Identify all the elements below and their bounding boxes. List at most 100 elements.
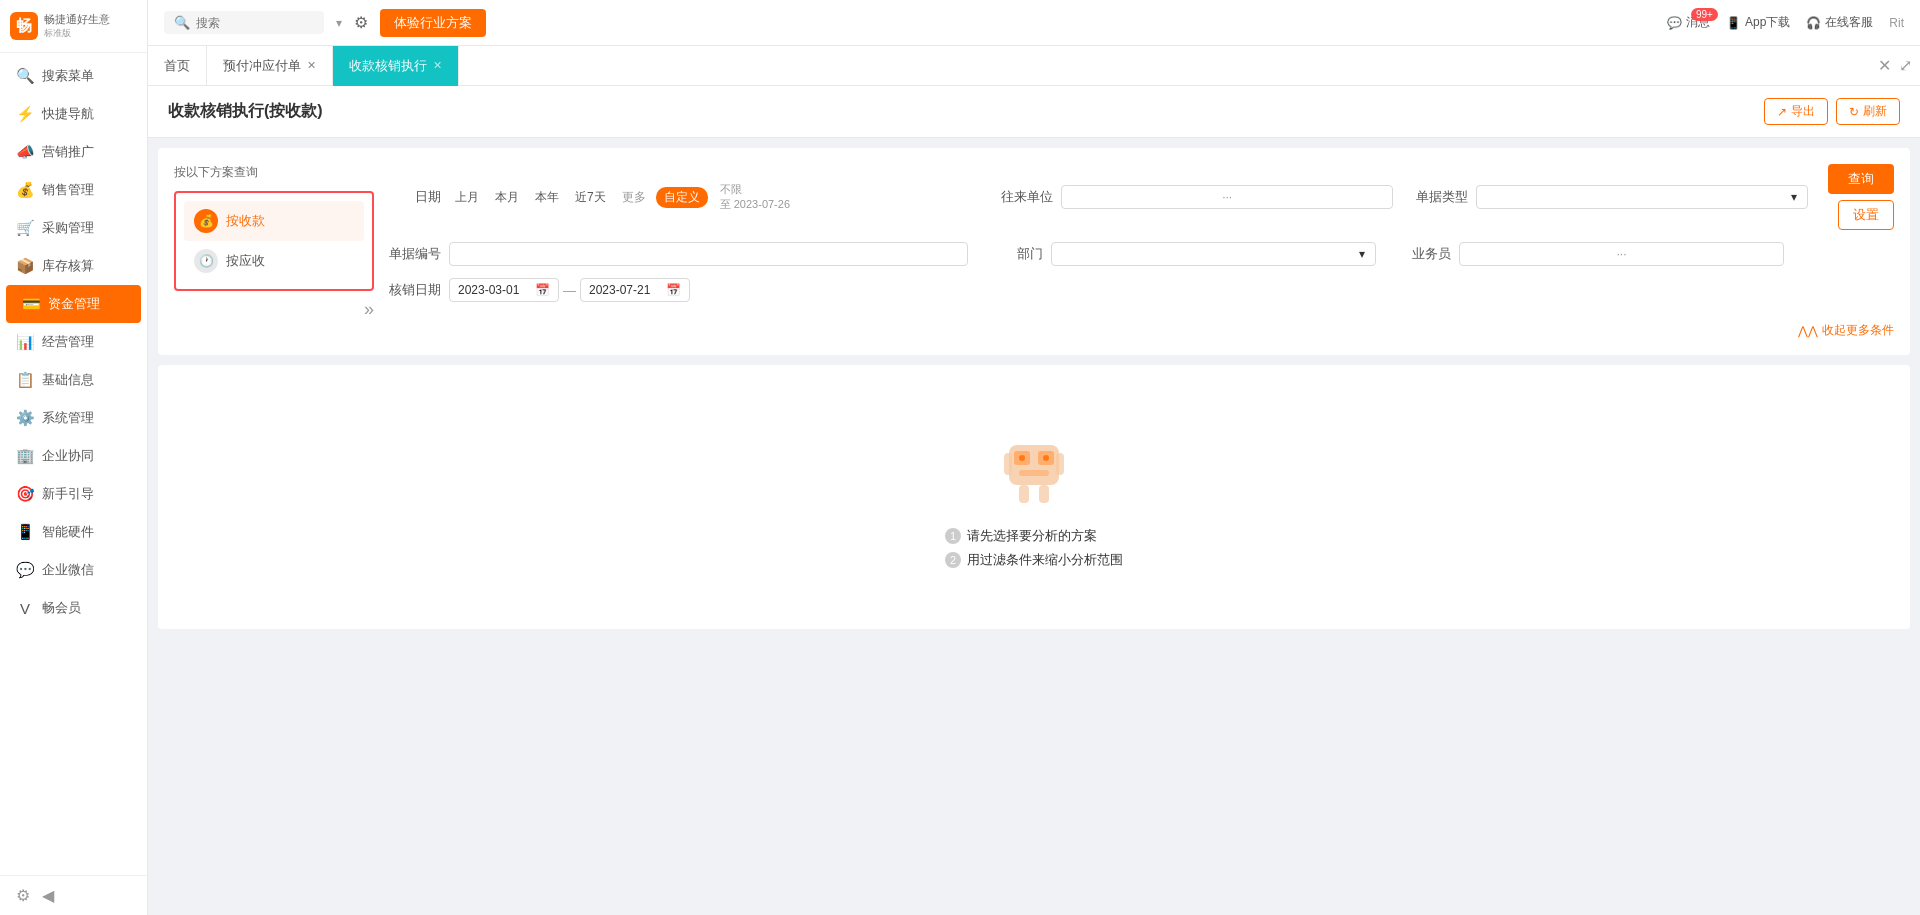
header-gear-icon[interactable]: ⚙ (354, 13, 368, 32)
app-icon: 📱 (1726, 16, 1741, 30)
tab-receipt-close-icon[interactable]: ✕ (433, 59, 442, 72)
date-btn-7days[interactable]: 近7天 (569, 187, 612, 208)
nav-label-operation: 经营管理 (42, 333, 94, 351)
sidebar-item-hardware[interactable]: 📱 智能硬件 (0, 513, 147, 551)
sidebar-item-system[interactable]: ⚙️ 系统管理 (0, 399, 147, 437)
header-user[interactable]: Rit (1889, 16, 1904, 30)
settings-btn[interactable]: 设置 (1838, 200, 1894, 230)
logo-text: 畅捷通好生意 (44, 12, 110, 26)
filter-option-receivable[interactable]: 🕐 按应收 (184, 241, 364, 281)
service-label: 在线客服 (1825, 14, 1873, 31)
tab-receipt[interactable]: 收款核销执行 ✕ (333, 46, 459, 86)
verify-date-end[interactable]: 2023-07-21 📅 (580, 278, 690, 302)
sidebar-item-vip[interactable]: V 畅会员 (0, 589, 147, 627)
date-btn-custom[interactable]: 自定义 (656, 187, 708, 208)
sidebar-item-wechat[interactable]: 💬 企业微信 (0, 551, 147, 589)
nav-icon-system: ⚙️ (16, 409, 34, 427)
nav-label-purchase: 采购管理 (42, 219, 94, 237)
filter-option-receipt[interactable]: 💰 按收款 (184, 201, 364, 241)
svg-point-8 (1019, 455, 1025, 461)
nav-icon-operation: 📊 (16, 333, 34, 351)
customer-input[interactable]: ··· (1061, 185, 1393, 209)
header-search-input[interactable] (196, 16, 296, 30)
tab-prepay[interactable]: 预付冲应付单 ✕ (207, 46, 333, 86)
filter-rows: 日期 上月 本月 本年 近7天 更多 自定义 不限 至 (386, 164, 1894, 339)
refresh-icon: ↻ (1849, 105, 1859, 119)
industry-btn[interactable]: 体验行业方案 (380, 9, 486, 37)
header-right: 💬 消息 99+ 📱 App下载 🎧 在线客服 Rit (1667, 14, 1904, 31)
sidebar-item-inventory[interactable]: 📦 库存核算 (0, 247, 147, 285)
filter-customer-field: 往来单位 ··· (998, 185, 1393, 209)
header-chevron-icon[interactable]: ▾ (336, 16, 342, 30)
tab-expand-icon[interactable]: ⤢ (1899, 56, 1912, 75)
header-app[interactable]: 📱 App下载 (1726, 14, 1790, 31)
logo-icon: 畅 (10, 12, 38, 40)
dept-label: 部门 (988, 245, 1043, 263)
tab-bar-actions: ✕ ⤢ (1878, 56, 1920, 75)
voucher-type-select[interactable]: ▾ (1476, 185, 1808, 209)
date-btn-this-month[interactable]: 本月 (489, 187, 525, 208)
staff-input[interactable]: ··· (1459, 242, 1784, 266)
refresh-label: 刷新 (1863, 103, 1887, 120)
svg-rect-0 (1009, 445, 1059, 485)
query-btn[interactable]: 查询 (1828, 164, 1894, 194)
filter-voucher-no-field: 单据编号 (386, 242, 968, 266)
empty-tip-2: 2 用过滤条件来缩小分析范围 (945, 551, 1123, 569)
date-btn-more[interactable]: 更多 (616, 187, 652, 208)
header-search-box[interactable]: 🔍 (164, 11, 324, 34)
sidebar-item-finance[interactable]: 💳 资金管理 (6, 285, 141, 323)
date-range-text: 不限 至 2023-07-26 (720, 182, 790, 212)
tab-bar: 首页 预付冲应付单 ✕ 收款核销执行 ✕ ✕ ⤢ (148, 46, 1920, 86)
nav-label-hardware: 智能硬件 (42, 523, 94, 541)
nav-label-marketing: 营销推广 (42, 143, 94, 161)
receipt-option-icon: 💰 (194, 209, 218, 233)
tab-close-all-icon[interactable]: ✕ (1878, 56, 1891, 75)
tip-num-2: 2 (945, 552, 961, 568)
nav-icon-wechat: 💬 (16, 561, 34, 579)
filter-collapse-icon[interactable]: » (174, 299, 374, 320)
sidebar: 畅 畅捷通好生意 标准版 🔍 搜索菜单 ⚡ 快捷导航 📣 营销推广 💰 销售管理… (0, 0, 148, 915)
tip-text-2: 用过滤条件来缩小分析范围 (967, 551, 1123, 569)
collapse-more-btn[interactable]: ⋀⋀ 收起更多条件 (1798, 322, 1894, 339)
sidebar-item-guide[interactable]: 🎯 新手引导 (0, 475, 147, 513)
header-service[interactable]: 🎧 在线客服 (1806, 14, 1873, 31)
sidebar-item-corp[interactable]: 🏢 企业协同 (0, 437, 147, 475)
sidebar-item-purchase[interactable]: 🛒 采购管理 (0, 209, 147, 247)
dept-chevron: ▾ (1359, 247, 1365, 261)
sidebar-item-search[interactable]: 🔍 搜索菜单 (0, 57, 147, 95)
verify-date-start[interactable]: 2023-03-01 📅 (449, 278, 559, 302)
collapse-sidebar-icon[interactable]: ◀ (42, 886, 54, 905)
settings-icon[interactable]: ⚙ (16, 886, 30, 905)
page-title: 收款核销执行(按收款) (168, 101, 323, 122)
query-actions: 查询 设置 (1828, 164, 1894, 230)
verify-date-inputs: 2023-03-01 📅 — 2023-07-21 📅 (449, 278, 690, 302)
sidebar-item-operation[interactable]: 📊 经营管理 (0, 323, 147, 361)
staff-label: 业务员 (1396, 245, 1451, 263)
voucher-no-input[interactable] (449, 242, 968, 266)
tab-prepay-close-icon[interactable]: ✕ (307, 59, 316, 72)
filter-voucher-type-field: 单据类型 ▾ (1413, 185, 1808, 209)
nav-label-quick: 快捷导航 (42, 105, 94, 123)
nav-icon-finance: 💳 (22, 295, 40, 313)
date-btn-last-month[interactable]: 上月 (449, 187, 485, 208)
nav-icon-vip: V (16, 599, 34, 617)
sidebar-logo: 畅 畅捷通好生意 标准版 (0, 0, 147, 53)
calendar-end-icon: 📅 (666, 283, 681, 297)
filter-options-box: 💰 按收款 🕐 按应收 (174, 191, 374, 291)
nav-icon-purchase: 🛒 (16, 219, 34, 237)
tab-home[interactable]: 首页 (148, 46, 207, 86)
sidebar-item-quick[interactable]: ⚡ 快捷导航 (0, 95, 147, 133)
main-area: 🔍 ▾ ⚙ 体验行业方案 💬 消息 99+ 📱 App下载 🎧 在线客服 Rit (148, 0, 1920, 915)
sidebar-item-marketing[interactable]: 📣 营销推广 (0, 133, 147, 171)
header-msg[interactable]: 💬 消息 99+ (1667, 14, 1710, 31)
date-btn-this-year[interactable]: 本年 (529, 187, 565, 208)
svg-rect-7 (1039, 485, 1049, 503)
service-icon: 🎧 (1806, 16, 1821, 30)
sidebar-item-basic[interactable]: 📋 基础信息 (0, 361, 147, 399)
dept-select[interactable]: ▾ (1051, 242, 1376, 266)
export-btn[interactable]: ↗ 导出 (1764, 98, 1828, 125)
sidebar-item-sales[interactable]: 💰 销售管理 (0, 171, 147, 209)
refresh-btn[interactable]: ↻ 刷新 (1836, 98, 1900, 125)
svg-rect-6 (1019, 485, 1029, 503)
tip-text-1: 请先选择要分析的方案 (967, 527, 1097, 545)
